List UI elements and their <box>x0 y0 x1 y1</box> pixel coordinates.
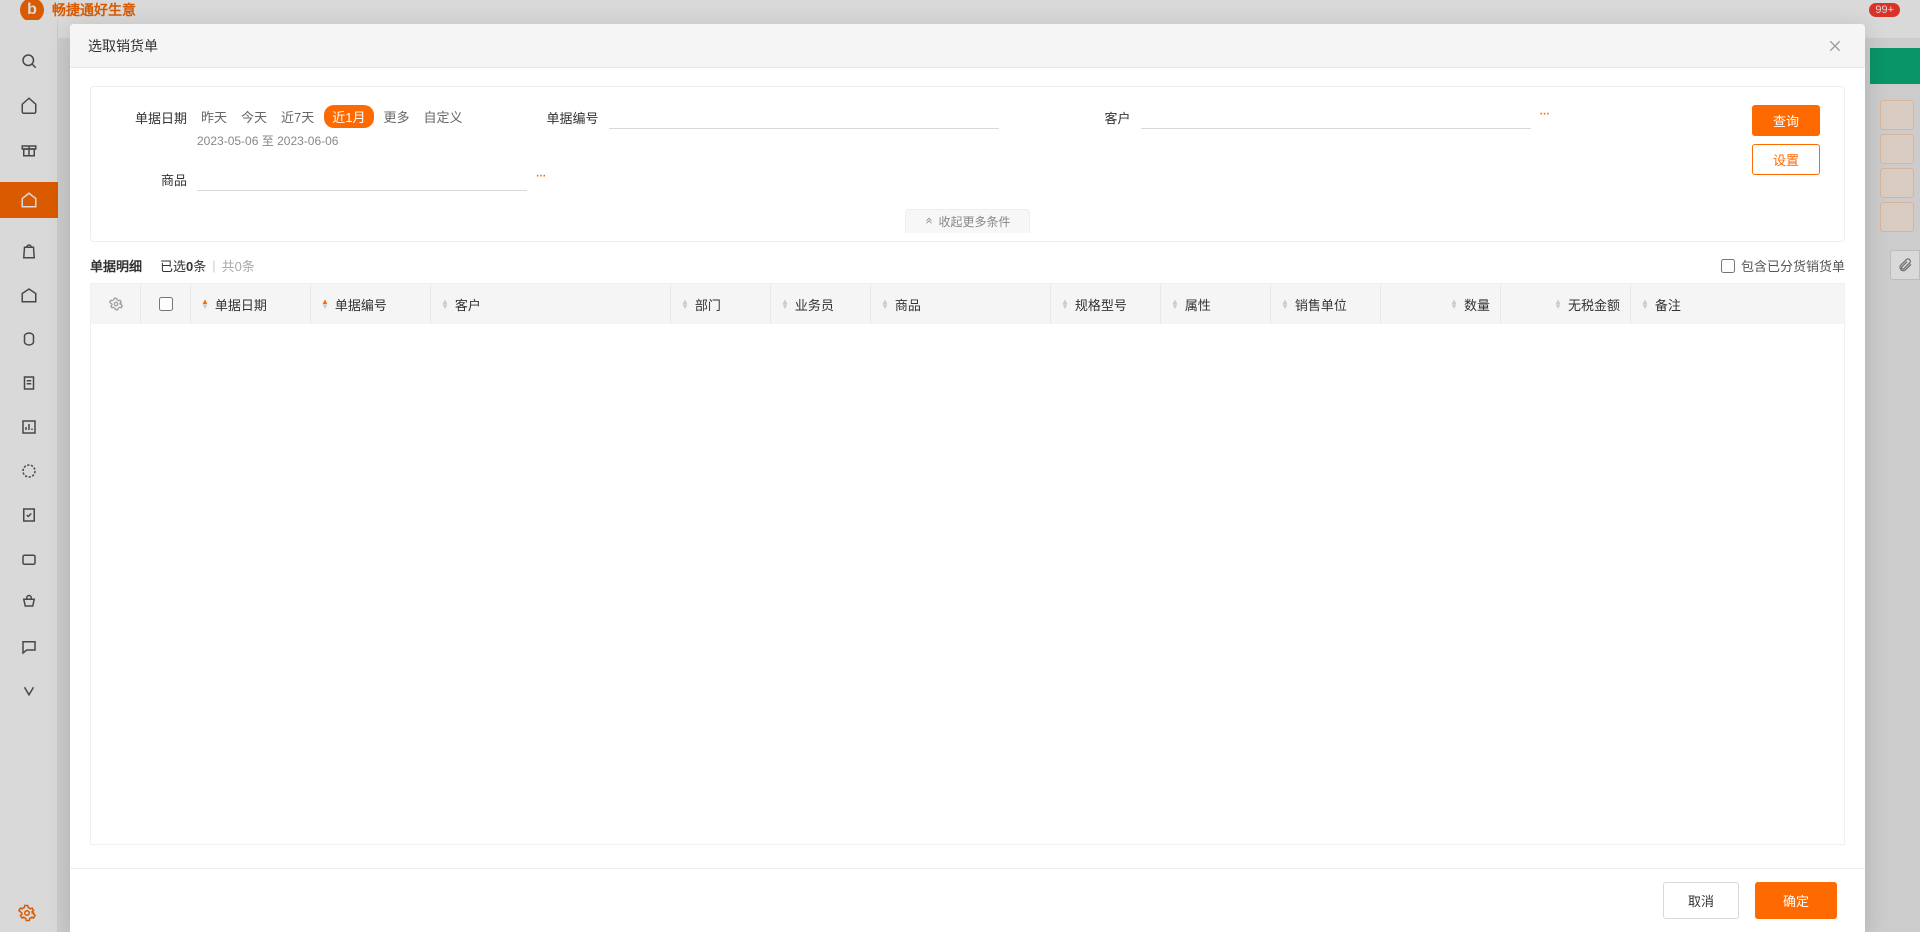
product-input[interactable] <box>197 167 527 191</box>
customer-input[interactable] <box>1141 105 1531 129</box>
filter-docno-label: 单据编号 <box>527 105 599 127</box>
docno-input[interactable] <box>609 105 999 129</box>
date-sep: 至 <box>262 134 274 148</box>
col-date[interactable]: ▲▼单据日期 <box>191 284 311 324</box>
collapse-label: 收起更多条件 <box>938 213 1010 230</box>
date-from: 2023-05-06 <box>197 134 258 148</box>
product-more-icon[interactable]: ··· <box>535 167 545 185</box>
detail-header: 单据明细 已选0条 | 共0条 包含已分货销货单 <box>70 242 1865 283</box>
sort-icon: ▲▼ <box>441 299 449 309</box>
filter-customer-label: 客户 <box>1059 105 1131 127</box>
select-sales-order-modal: 选取销货单 单据日期 昨天 今天 近7天 近1月 更多 <box>70 24 1865 932</box>
column-settings-icon[interactable] <box>91 284 141 324</box>
filter-product-field: 商品 ··· <box>115 167 545 191</box>
date-chip-more[interactable]: 更多 <box>380 105 414 128</box>
date-chip-custom[interactable]: 自定义 <box>420 105 467 128</box>
horizontal-scrollbar[interactable] <box>90 845 1845 861</box>
date-range-display: 2023-05-06 至 2023-06-06 <box>197 132 467 149</box>
chevron-up-icon <box>924 217 934 227</box>
sort-icon: ▲▼ <box>881 299 889 309</box>
confirm-button[interactable]: 确定 <box>1755 882 1837 919</box>
col-dept[interactable]: ▲▼部门 <box>671 284 771 324</box>
include-dispatched-wrap[interactable]: 包含已分货销货单 <box>1721 256 1845 275</box>
date-to: 2023-06-06 <box>277 134 338 148</box>
filter-customer-field: 客户 ··· <box>1059 105 1549 129</box>
select-all-checkbox-cell[interactable] <box>141 284 191 324</box>
date-chip-yesterday[interactable]: 昨天 <box>197 105 231 128</box>
filter-date-label: 单据日期 <box>115 105 187 127</box>
col-salesperson[interactable]: ▲▼业务员 <box>771 284 871 324</box>
table-header: ▲▼单据日期 ▲▼单据编号 ▲▼客户 ▲▼部门 ▲▼业务员 ▲▼商品 ▲▼规格型… <box>91 284 1845 324</box>
col-docno[interactable]: ▲▼单据编号 <box>311 284 431 324</box>
date-chip-today[interactable]: 今天 <box>237 105 271 128</box>
date-chip-last7[interactable]: 近7天 <box>277 105 318 128</box>
select-all-checkbox[interactable] <box>159 297 173 311</box>
sort-icon: ▲▼ <box>1061 299 1069 309</box>
table-body-empty <box>91 324 1844 844</box>
search-button[interactable]: 查询 <box>1752 105 1820 136</box>
col-amount[interactable]: ▲▼无税金额 <box>1501 284 1631 324</box>
modal-title: 选取销货单 <box>88 36 158 56</box>
filter-product-label: 商品 <box>115 167 187 189</box>
filter-date-field: 单据日期 昨天 今天 近7天 近1月 更多 自定义 2023-05-06 至 <box>115 105 467 149</box>
sort-icon: ▲▼ <box>321 299 329 309</box>
sep: | <box>212 258 215 273</box>
modal-header: 选取销货单 <box>70 24 1865 68</box>
filter-actions: 查询 设置 <box>1752 105 1820 175</box>
settings-button[interactable]: 设置 <box>1752 144 1820 175</box>
filter-docno-field: 单据编号 <box>527 105 999 129</box>
sort-icon: ▲▼ <box>201 299 209 309</box>
sort-icon: ▲▼ <box>1281 299 1289 309</box>
sort-icon: ▲▼ <box>681 299 689 309</box>
date-chip-last1m[interactable]: 近1月 <box>324 105 373 128</box>
col-unit[interactable]: ▲▼销售单位 <box>1271 284 1381 324</box>
sort-icon: ▲▼ <box>1554 299 1562 309</box>
col-remark[interactable]: ▲▼备注 <box>1631 284 1845 324</box>
close-icon[interactable] <box>1823 34 1847 58</box>
cancel-button[interactable]: 取消 <box>1663 882 1739 919</box>
col-spec[interactable]: ▲▼规格型号 <box>1051 284 1161 324</box>
col-qty[interactable]: ▲▼数量 <box>1381 284 1501 324</box>
col-product[interactable]: ▲▼商品 <box>871 284 1051 324</box>
include-dispatched-label: 包含已分货销货单 <box>1741 256 1845 275</box>
include-dispatched-checkbox[interactable] <box>1721 259 1735 273</box>
sort-icon: ▲▼ <box>781 299 789 309</box>
collapse-filters-button[interactable]: 收起更多条件 <box>905 209 1029 233</box>
col-customer[interactable]: ▲▼客户 <box>431 284 671 324</box>
sort-icon: ▲▼ <box>1450 299 1458 309</box>
sort-icon: ▲▼ <box>1171 299 1179 309</box>
sort-icon: ▲▼ <box>1641 299 1649 309</box>
selected-count: 已选0条 <box>160 256 206 275</box>
detail-title: 单据明细 <box>90 256 142 275</box>
table: ▲▼单据日期 ▲▼单据编号 ▲▼客户 ▲▼部门 ▲▼业务员 ▲▼商品 ▲▼规格型… <box>90 283 1845 845</box>
total-count: 共0条 <box>222 256 255 275</box>
modal-footer: 取消 确定 <box>70 868 1865 932</box>
customer-more-icon[interactable]: ··· <box>1539 105 1549 123</box>
col-attr[interactable]: ▲▼属性 <box>1161 284 1271 324</box>
modal-body: 单据日期 昨天 今天 近7天 近1月 更多 自定义 2023-05-06 至 <box>70 68 1865 868</box>
filter-panel: 单据日期 昨天 今天 近7天 近1月 更多 自定义 2023-05-06 至 <box>90 86 1845 242</box>
